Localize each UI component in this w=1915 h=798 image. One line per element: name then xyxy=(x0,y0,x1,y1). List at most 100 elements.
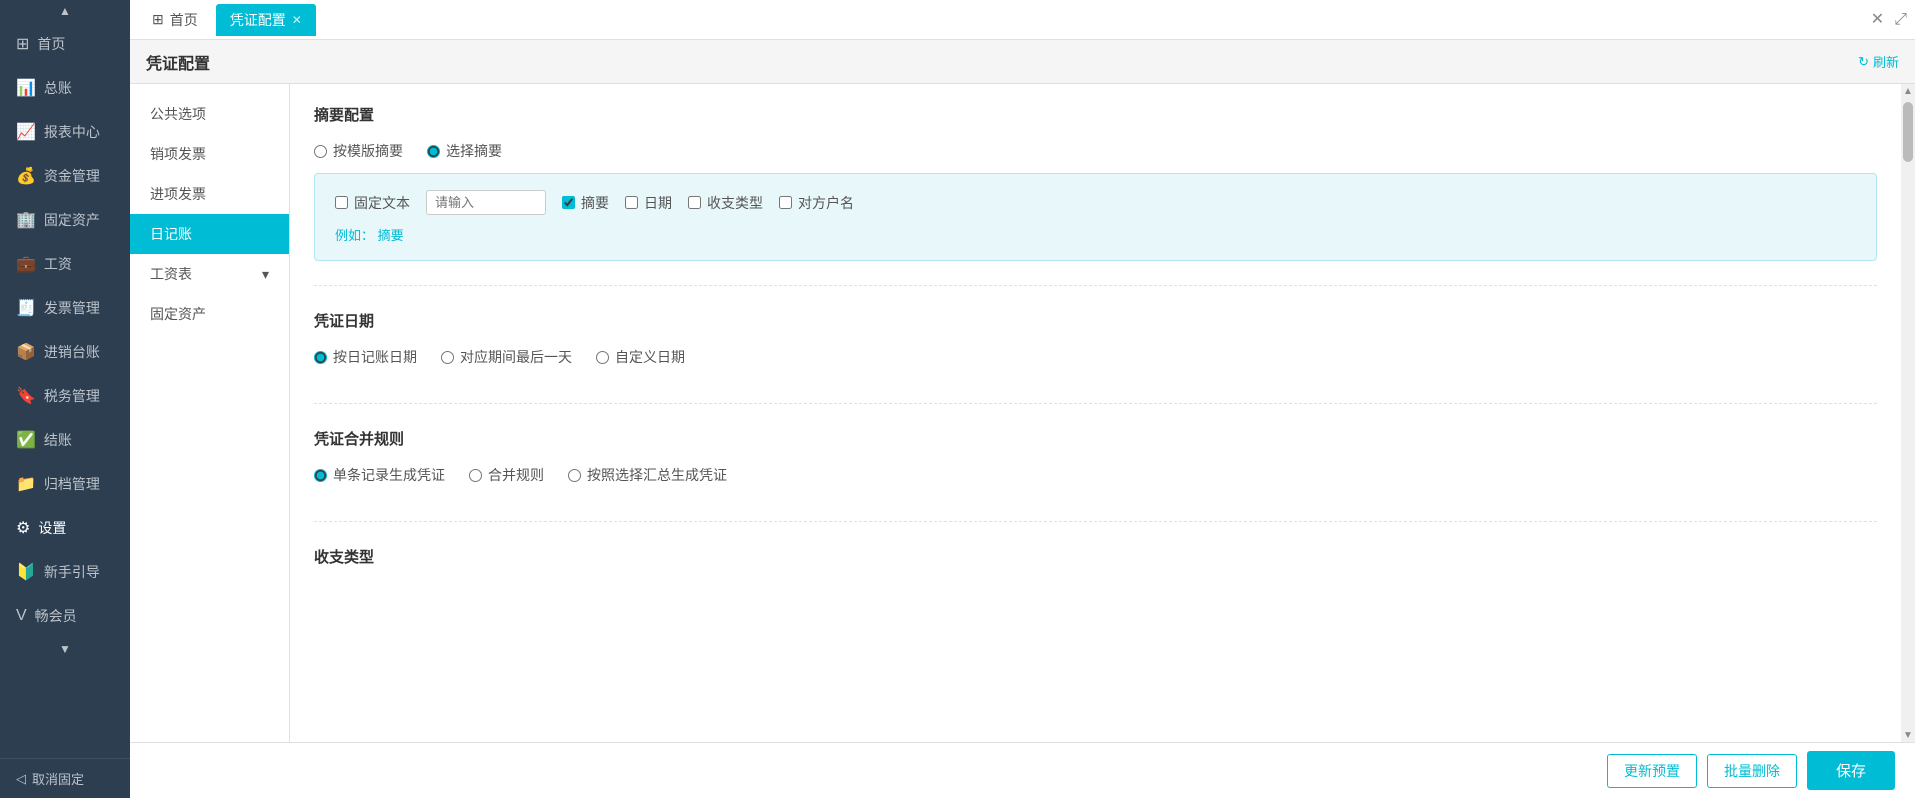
radio-select-input[interactable] xyxy=(427,145,440,158)
window-close-button[interactable]: ✕ xyxy=(1871,12,1884,28)
radio-last-day[interactable]: 对应期间最后一天 xyxy=(441,347,572,367)
checkbox-income-type[interactable]: 收支类型 xyxy=(688,193,763,213)
scroll-track xyxy=(1901,98,1915,728)
scroll-down-arrow[interactable]: ▼ xyxy=(1901,728,1915,742)
tab-close-button[interactable]: ✕ xyxy=(292,13,302,27)
income-type-title: 收支类型 xyxy=(314,546,1877,567)
income-type-section: 收支类型 xyxy=(314,546,1877,607)
scrollbar[interactable]: ▲ ▼ xyxy=(1901,84,1915,742)
checkbox-summary[interactable]: 摘要 xyxy=(562,193,609,213)
merge-rules-radio-group: 单条记录生成凭证 合并规则 按照选择汇总生成凭证 xyxy=(314,465,1877,485)
left-nav-fixed-assets[interactable]: 固定资产 xyxy=(130,294,289,334)
sidebar-item-settlement[interactable]: ✅ 结账 xyxy=(0,418,130,462)
ledger-icon: 📊 xyxy=(16,78,36,98)
summary-checkbox[interactable] xyxy=(562,196,575,209)
window-maximize-button[interactable]: ⤢ xyxy=(1894,12,1907,28)
sidebar-item-tax[interactable]: 🔖 税务管理 xyxy=(0,374,130,418)
sidebar-item-vip[interactable]: V 畅会员 xyxy=(0,594,130,638)
left-nav-journal[interactable]: 日记账 xyxy=(130,214,289,254)
funds-icon: 💰 xyxy=(16,166,36,186)
radio-template-summary[interactable]: 按模版摘要 xyxy=(314,141,403,161)
sidebar-item-inventory[interactable]: 📦 进销台账 xyxy=(0,330,130,374)
sidebar-item-salary[interactable]: 💼 工资 xyxy=(0,242,130,286)
sidebar-scroll-up[interactable]: ▲ xyxy=(0,0,130,22)
radio-select-summary[interactable]: 选择摘要 xyxy=(427,141,502,161)
left-nav-purchase-invoice[interactable]: 进项发票 xyxy=(130,174,289,214)
counterpart-checkbox[interactable] xyxy=(779,196,792,209)
radio-template-input[interactable] xyxy=(314,145,327,158)
summary-radio-group: 按模版摘要 选择摘要 xyxy=(314,141,1877,161)
expand-icon: ▾ xyxy=(262,266,269,283)
voucher-date-section: 凭证日期 按日记账日期 对应期间最后一天 自定义日期 xyxy=(314,310,1877,404)
bottom-bar: 更新预置 批量删除 保存 xyxy=(130,742,1915,798)
sidebar-item-guide[interactable]: 🔰 新手引导 xyxy=(0,550,130,594)
action-bar: 凭证配置 ↻ 刷新 xyxy=(130,40,1915,84)
home-icon: ⊞ xyxy=(16,34,29,54)
report-icon: 📈 xyxy=(16,122,36,142)
sidebar-item-archive[interactable]: 📁 归档管理 xyxy=(0,462,130,506)
sidebar-item-ledger[interactable]: 📊 总账 xyxy=(0,66,130,110)
income-type-checkbox[interactable] xyxy=(688,196,701,209)
radio-journal-date[interactable]: 按日记账日期 xyxy=(314,347,417,367)
fixed-text-checkbox[interactable] xyxy=(335,196,348,209)
summary-config-section: 摘要配置 按模版摘要 选择摘要 xyxy=(314,104,1877,286)
vip-icon: V xyxy=(16,607,27,625)
inventory-icon: 📦 xyxy=(16,342,36,362)
guide-icon: 🔰 xyxy=(16,562,36,582)
fixed-text-input[interactable] xyxy=(426,190,546,215)
home-tab-icon: ⊞ xyxy=(152,11,164,28)
sidebar-item-invoice[interactable]: 🧾 发票管理 xyxy=(0,286,130,330)
sidebar-scroll-down[interactable]: ▼ xyxy=(0,638,130,660)
pin-icon: ◁ xyxy=(16,771,26,787)
tab-bar: ⊞ 首页 凭证配置 ✕ ✕ ⤢ xyxy=(130,0,1915,40)
refresh-button[interactable]: ↻ 刷新 xyxy=(1858,52,1899,71)
last-day-input[interactable] xyxy=(441,351,454,364)
summary-checkboxes-row: 固定文本 摘要 日期 xyxy=(335,190,1856,215)
checkbox-counterpart[interactable]: 对方户名 xyxy=(779,193,854,213)
invoice-icon: 🧾 xyxy=(16,298,36,318)
single-input[interactable] xyxy=(314,469,327,482)
settings-icon: ⚙ xyxy=(16,518,30,538)
radio-custom-date[interactable]: 自定义日期 xyxy=(596,347,685,367)
left-nav: 公共选项 销项发票 进项发票 日记账 工资表 ▾ 固定资产 xyxy=(130,84,290,742)
checkbox-date[interactable]: 日期 xyxy=(625,193,672,213)
voucher-date-title: 凭证日期 xyxy=(314,310,1877,331)
save-button[interactable]: 保存 xyxy=(1807,751,1895,790)
action-bar-right: ↻ 刷新 xyxy=(1858,52,1899,71)
sidebar-item-report[interactable]: 📈 报表中心 xyxy=(0,110,130,154)
tab-home[interactable]: ⊞ 首页 xyxy=(138,4,212,36)
left-nav-public[interactable]: 公共选项 xyxy=(130,94,289,134)
journal-date-input[interactable] xyxy=(314,351,327,364)
sidebar: ▲ ⊞ 首页 📊 总账 📈 报表中心 💰 资金管理 🏢 固定资产 💼 工资 🧾 … xyxy=(0,0,130,798)
main-area: ⊞ 首页 凭证配置 ✕ ✕ ⤢ 凭证配置 ↻ 刷新 公共选项 xyxy=(130,0,1915,798)
select-merge-input[interactable] xyxy=(568,469,581,482)
page-title: 凭证配置 xyxy=(146,50,210,74)
refresh-icon: ↻ xyxy=(1858,54,1869,70)
date-checkbox[interactable] xyxy=(625,196,638,209)
merge-rules-title: 凭证合并规则 xyxy=(314,428,1877,449)
sidebar-item-assets[interactable]: 🏢 固定资产 xyxy=(0,198,130,242)
custom-date-input[interactable] xyxy=(596,351,609,364)
update-preview-button[interactable]: 更新预置 xyxy=(1607,754,1697,788)
example-text: 例如： 摘要 xyxy=(335,225,1856,244)
checkbox-fixed-text[interactable]: 固定文本 xyxy=(335,193,410,213)
assets-icon: 🏢 xyxy=(16,210,36,230)
sidebar-item-home[interactable]: ⊞ 首页 xyxy=(0,22,130,66)
summary-config-box: 固定文本 摘要 日期 xyxy=(314,173,1877,261)
scroll-up-arrow[interactable]: ▲ xyxy=(1901,84,1915,98)
radio-merge[interactable]: 合并规则 xyxy=(469,465,544,485)
left-nav-sales-invoice[interactable]: 销项发票 xyxy=(130,134,289,174)
sidebar-unpin-button[interactable]: ◁ 取消固定 xyxy=(0,758,130,798)
batch-delete-button[interactable]: 批量删除 xyxy=(1707,754,1797,788)
sidebar-item-funds[interactable]: 💰 资金管理 xyxy=(0,154,130,198)
radio-select-merge[interactable]: 按照选择汇总生成凭证 xyxy=(568,465,727,485)
salary-icon: 💼 xyxy=(16,254,36,274)
scroll-thumb[interactable] xyxy=(1903,102,1913,162)
tab-voucher-config[interactable]: 凭证配置 ✕ xyxy=(216,4,316,36)
radio-single[interactable]: 单条记录生成凭证 xyxy=(314,465,445,485)
sidebar-item-settings[interactable]: ⚙ 设置 xyxy=(0,506,130,550)
left-nav-payroll[interactable]: 工资表 ▾ xyxy=(130,254,289,294)
merge-input[interactable] xyxy=(469,469,482,482)
tax-icon: 🔖 xyxy=(16,386,36,406)
content-wrapper: 公共选项 销项发票 进项发票 日记账 工资表 ▾ 固定资产 xyxy=(130,84,1915,742)
